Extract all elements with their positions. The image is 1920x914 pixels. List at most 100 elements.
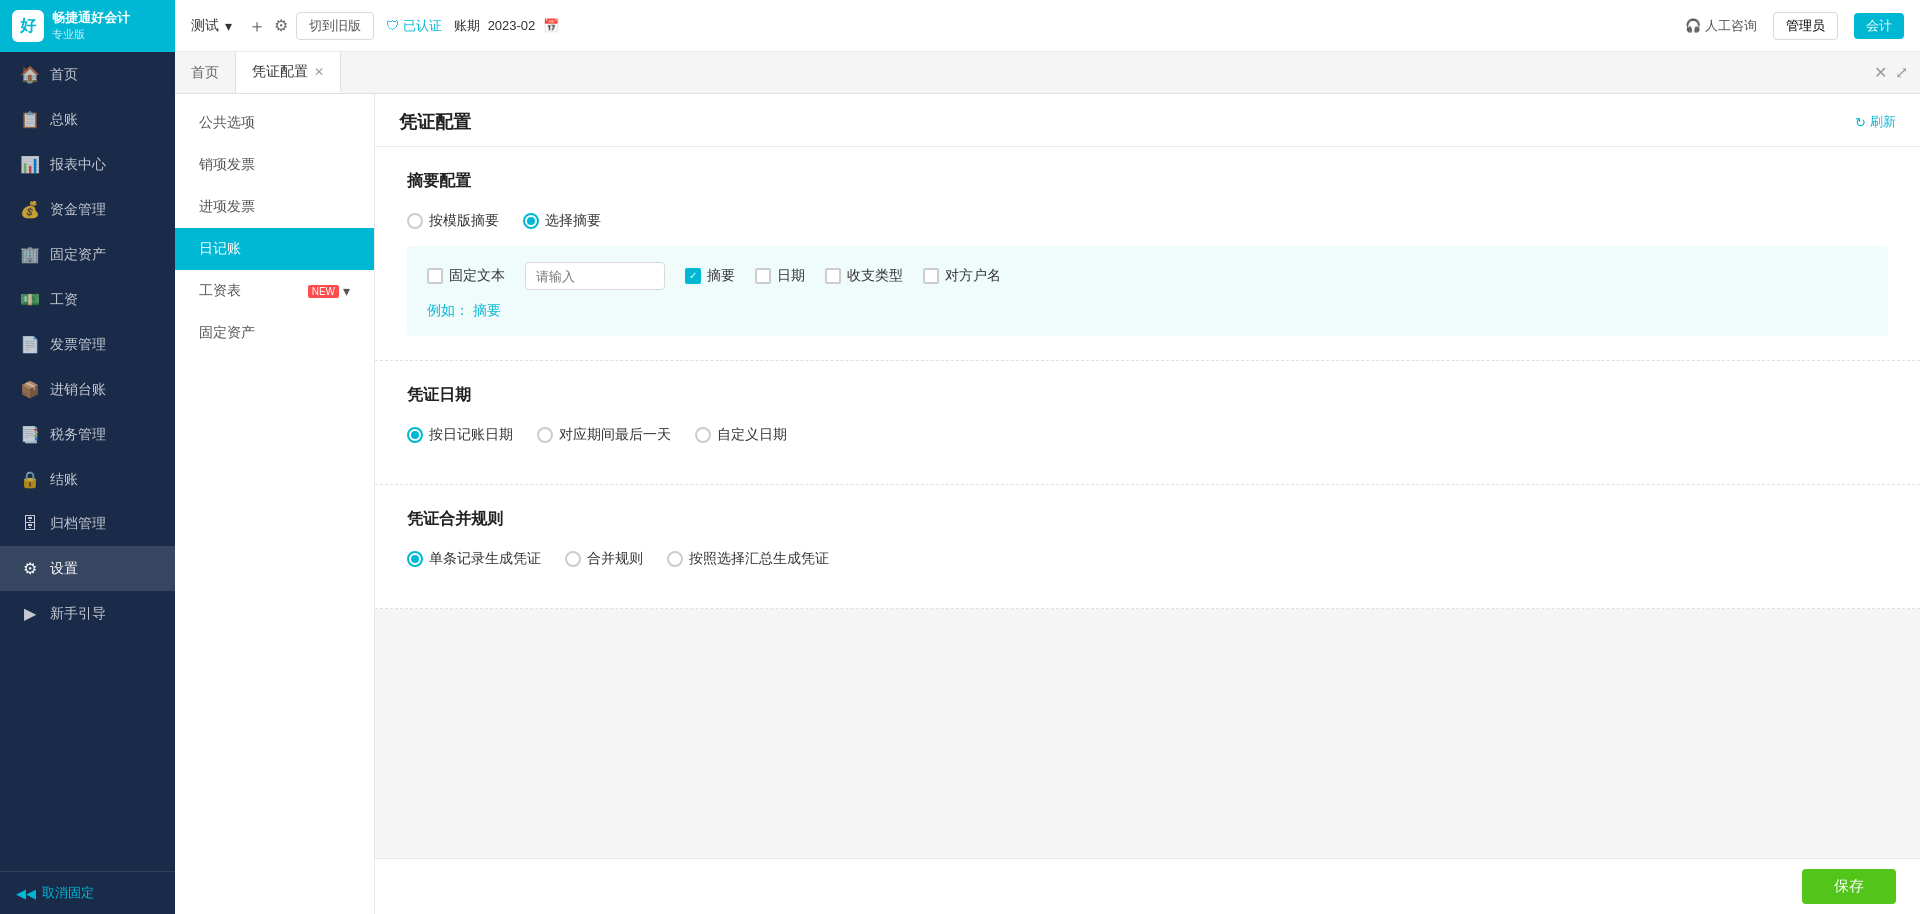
sidebar-item-tax[interactable]: 📑 税务管理 — [0, 412, 175, 457]
payroll-table-label: 工资表 — [199, 282, 241, 300]
summary-section: 摘要配置 按模版摘要 选择摘要 — [375, 147, 1920, 361]
config-title: 凭证配置 — [399, 110, 471, 134]
select-summary-circle — [667, 551, 683, 567]
summary-checkbox[interactable]: 摘要 — [685, 267, 735, 285]
certified-label: 已认证 — [403, 17, 442, 35]
journal-date-label: 按日记账日期 — [429, 426, 513, 444]
save-button[interactable]: 保存 — [1802, 869, 1896, 904]
template-label: 按模版摘要 — [429, 212, 499, 230]
sidebar-item-invoice[interactable]: 📄 发票管理 — [0, 322, 175, 367]
topbar: 测试 ▾ ＋ ⚙ 切到旧版 🛡 已认证 账期 2023-02 📅 🎧 人工咨询 … — [175, 0, 1920, 52]
date-section: 凭证日期 按日记账日期 对应期间最后一天 自定义日期 — [375, 361, 1920, 485]
sidebar-item-close[interactable]: 🔒 结账 — [0, 457, 175, 502]
sidebar-item-report[interactable]: 📊 报表中心 — [0, 142, 175, 187]
sidebar-item-funds[interactable]: 💰 资金管理 — [0, 187, 175, 232]
period-last-label: 对应期间最后一天 — [559, 426, 671, 444]
refresh-btn[interactable]: ↻ 刷新 — [1855, 113, 1896, 131]
summary-select-radio[interactable]: 选择摘要 — [523, 212, 601, 230]
certified-badge: 🛡 已认证 — [386, 17, 442, 35]
period-last-radio[interactable]: 对应期间最后一天 — [537, 426, 671, 444]
sidebar-item-sales[interactable]: 📦 进销台账 — [0, 367, 175, 412]
custom-date-circle — [695, 427, 711, 443]
custom-date-radio[interactable]: 自定义日期 — [695, 426, 787, 444]
example-text: 例如： 摘要 — [427, 302, 1868, 320]
sidebar-item-payroll[interactable]: 💵 工资 — [0, 277, 175, 322]
sidebar-item-label: 固定资产 — [50, 246, 106, 264]
summary-checkbox-box — [685, 268, 701, 284]
merge-section-title: 凭证合并规则 — [407, 509, 1888, 530]
single-record-circle — [407, 551, 423, 567]
left-nav-public[interactable]: 公共选项 — [175, 102, 374, 144]
period-display: 账期 2023-02 📅 — [454, 17, 559, 35]
fixed-text-input[interactable] — [525, 262, 665, 290]
bottom-spacer — [375, 609, 1920, 809]
cancel-fixed-btn[interactable]: ◀◀ 取消固定 — [0, 871, 175, 914]
user-btn[interactable]: 管理员 — [1773, 12, 1838, 40]
fixed-text-checkbox[interactable]: 固定文本 — [427, 267, 505, 285]
summary-options-box: 固定文本 摘要 日期 — [407, 246, 1888, 336]
cancel-fixed-label: 取消固定 — [42, 884, 94, 902]
example-value: 摘要 — [473, 302, 501, 318]
settings-icon: ⚙ — [20, 559, 40, 578]
role-btn[interactable]: 会计 — [1854, 13, 1904, 39]
summary-radio-group: 按模版摘要 选择摘要 — [407, 212, 1888, 230]
sidebar-item-ledger[interactable]: 📋 总账 — [0, 97, 175, 142]
add-icon[interactable]: ＋ — [248, 14, 266, 38]
select-summary-radio[interactable]: 按照选择汇总生成凭证 — [667, 550, 829, 568]
maximize-icon[interactable]: ⤢ — [1895, 63, 1908, 82]
funds-icon: 💰 — [20, 200, 40, 219]
tab-voucher-config[interactable]: 凭证配置 ✕ — [236, 52, 341, 93]
summary-template-radio[interactable]: 按模版摘要 — [407, 212, 499, 230]
tab-home-label: 首页 — [191, 64, 219, 82]
journal-date-circle — [407, 427, 423, 443]
merge-rule-label: 合并规则 — [587, 550, 643, 568]
income-type-checkbox[interactable]: 收支类型 — [825, 267, 903, 285]
journal-date-radio[interactable]: 按日记账日期 — [407, 426, 513, 444]
gear-icon[interactable]: ⚙ — [274, 16, 288, 35]
left-nav-sales-invoice[interactable]: 销项发票 — [175, 144, 374, 186]
calendar-icon[interactable]: 📅 — [543, 18, 559, 33]
sidebar-item-label: 报表中心 — [50, 156, 106, 174]
sidebar-item-label: 进销台账 — [50, 381, 106, 399]
home-icon: 🏠 — [20, 65, 40, 84]
date-checkbox[interactable]: 日期 — [755, 267, 805, 285]
sidebar-item-label: 设置 — [50, 560, 78, 578]
summary-options-row: 固定文本 摘要 日期 — [427, 262, 1868, 290]
single-record-label: 单条记录生成凭证 — [429, 550, 541, 568]
consult-label: 人工咨询 — [1705, 17, 1757, 35]
sidebar-item-label: 工资 — [50, 291, 78, 309]
sales-icon: 📦 — [20, 380, 40, 399]
assets-icon: 🏢 — [20, 245, 40, 264]
config-scroll: 摘要配置 按模版摘要 选择摘要 — [375, 147, 1920, 858]
period-label: 账期 — [454, 18, 480, 33]
sidebar-item-label: 归档管理 — [50, 515, 106, 533]
merge-radio-group: 单条记录生成凭证 合并规则 按照选择汇总生成凭证 — [407, 550, 1888, 568]
left-nav-purchase-invoice[interactable]: 进项发票 — [175, 186, 374, 228]
left-nav-journal[interactable]: 日记账 — [175, 228, 374, 270]
sidebar-item-settings[interactable]: ⚙ 设置 — [0, 546, 175, 591]
counterpart-checkbox[interactable]: 对方户名 — [923, 267, 1001, 285]
dropdown-icon: ▾ — [225, 18, 232, 34]
merge-section: 凭证合并规则 单条记录生成凭证 合并规则 按照选择汇总生成凭证 — [375, 485, 1920, 609]
tab-close-icon[interactable]: ✕ — [314, 65, 324, 79]
close-window-icon[interactable]: ✕ — [1874, 63, 1887, 82]
merge-rule-circle — [565, 551, 581, 567]
sidebar-item-guide[interactable]: ▶ 新手引导 — [0, 591, 175, 636]
single-record-radio[interactable]: 单条记录生成凭证 — [407, 550, 541, 568]
summary-label: 摘要 — [707, 267, 735, 285]
tab-home[interactable]: 首页 — [175, 52, 236, 93]
sidebar-item-assets[interactable]: 🏢 固定资产 — [0, 232, 175, 277]
consult-btn[interactable]: 🎧 人工咨询 — [1685, 17, 1757, 35]
left-nav-payroll[interactable]: 工资表 NEW ▾ — [175, 270, 374, 312]
project-selector[interactable]: 测试 ▾ — [191, 17, 232, 35]
switch-old-btn[interactable]: 切到旧版 — [296, 12, 374, 40]
left-nav: 公共选项 销项发票 进项发票 日记账 工资表 NEW ▾ 固定资产 — [175, 94, 375, 914]
period-value: 2023-02 — [488, 18, 536, 33]
left-nav-fixed-assets[interactable]: 固定资产 — [175, 312, 374, 354]
sidebar-nav: 🏠 首页 📋 总账 📊 报表中心 💰 资金管理 🏢 固定资产 💵 工资 📄 发票… — [0, 52, 175, 871]
merge-rule-radio[interactable]: 合并规则 — [565, 550, 643, 568]
sidebar-item-archive[interactable]: 🗄 归档管理 — [0, 502, 175, 546]
tabbar: 首页 凭证配置 ✕ ✕ ⤢ — [175, 52, 1920, 94]
sidebar-item-home[interactable]: 🏠 首页 — [0, 52, 175, 97]
date-section-title: 凭证日期 — [407, 385, 1888, 406]
